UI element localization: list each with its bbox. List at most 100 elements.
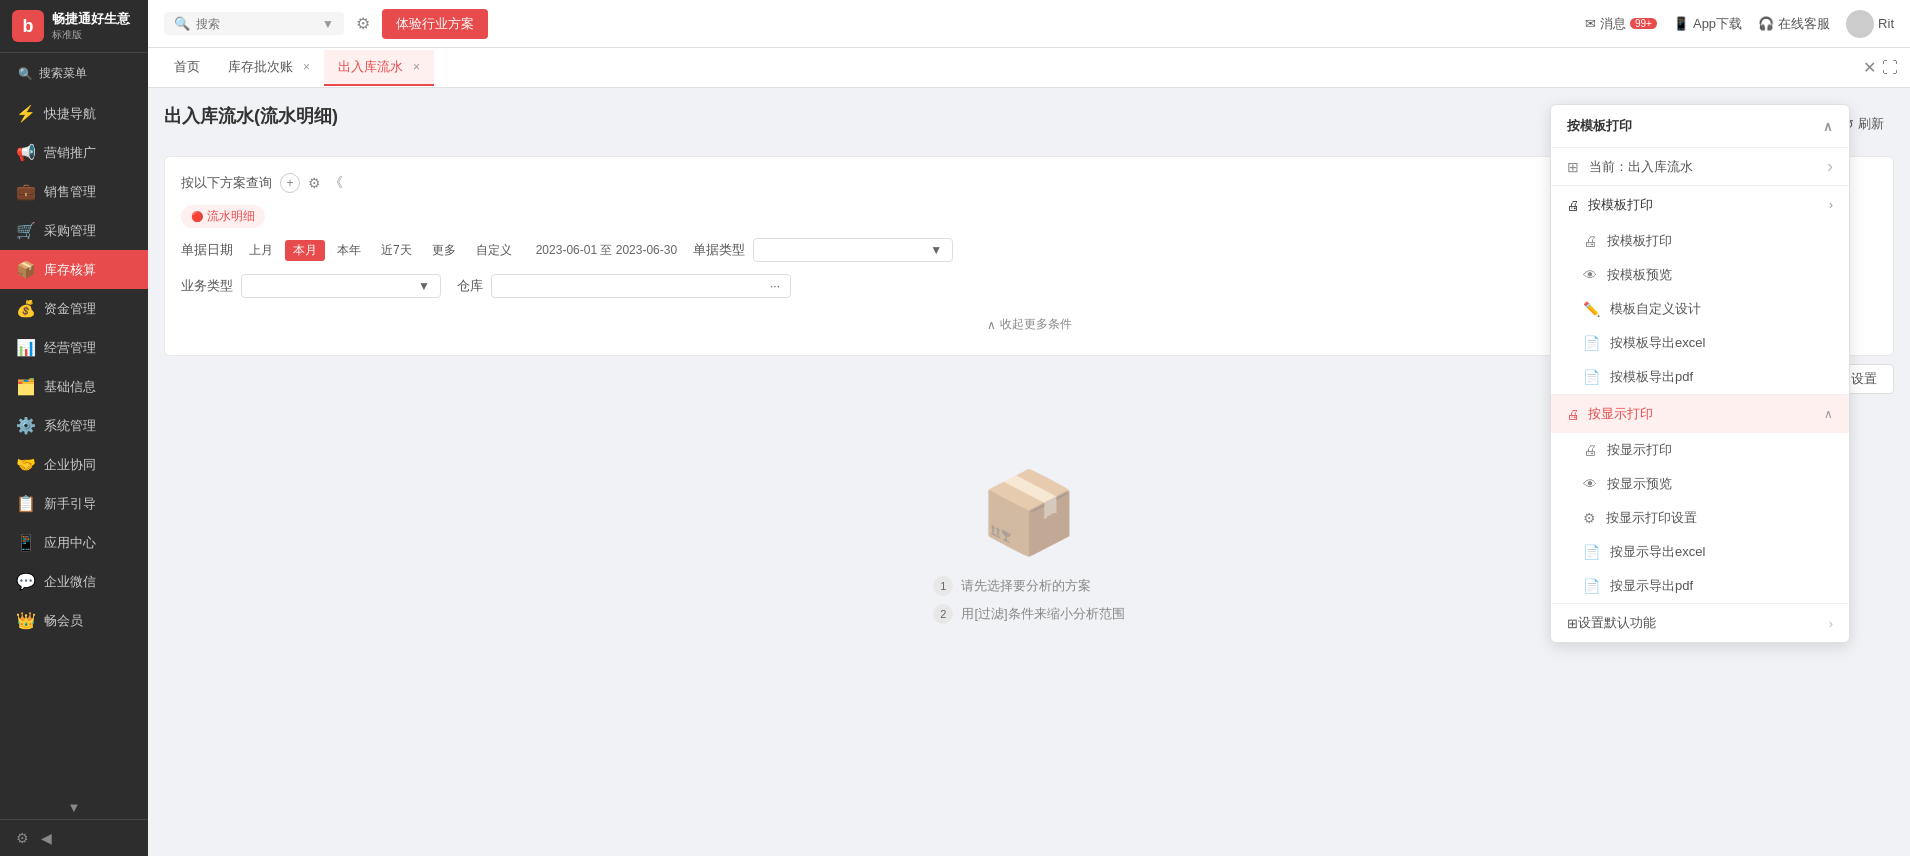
print-dropdown-collapse-icon[interactable]: ∧ xyxy=(1823,119,1833,134)
sidebar-item-collab[interactable]: 🤝 企业协同 xyxy=(0,445,148,484)
topbar-search-input[interactable] xyxy=(196,17,316,31)
logo-text: 畅捷通好生意 标准版 xyxy=(52,11,130,41)
sales-icon: 💼 xyxy=(16,182,36,201)
display-settings-item[interactable]: ⚙ 按显示打印设置 xyxy=(1551,501,1849,535)
display-print-icon: 🖨 xyxy=(1583,442,1597,458)
sidebar-item-quicknav[interactable]: ⚡ 快捷导航 xyxy=(0,94,148,133)
tab-flow[interactable]: 出入库流水 × xyxy=(324,50,434,86)
tab-batch-close[interactable]: × xyxy=(303,60,310,74)
message-button[interactable]: ✉ 消息 99+ xyxy=(1585,15,1657,33)
filter-add-button[interactable]: + xyxy=(280,173,300,193)
filter-tag-flow[interactable]: 🔴 流水明细 xyxy=(181,205,265,228)
display-preview-item[interactable]: 👁 按显示预览 xyxy=(1551,467,1849,501)
print-dropdown-panel: 按模板打印 ∧ ⊞ 当前：出入库流水 › 🖨 按模板打印 › xyxy=(1550,104,1850,643)
operations-icon: 📊 xyxy=(16,338,36,357)
template-preview-icon: 👁 xyxy=(1583,267,1597,283)
window-close-button[interactable]: ✕ xyxy=(1863,58,1876,77)
display-section-header[interactable]: 🖨 按显示打印 ∧ xyxy=(1551,395,1849,433)
finance-icon: 💰 xyxy=(16,299,36,318)
date-tab-this-month[interactable]: 本月 xyxy=(285,240,325,261)
template-custom-icon: ✏️ xyxy=(1583,301,1600,317)
topbar-search-dropdown-icon[interactable]: ▼ xyxy=(322,17,334,31)
avatar-image xyxy=(1846,10,1874,38)
trial-industry-button[interactable]: 体验行业方案 xyxy=(382,9,488,39)
empty-steps-list: 1 请先选择要分析的方案 2 用[过滤]条件来缩小分析范围 xyxy=(933,576,1124,632)
online-service-button[interactable]: 🎧 在线客服 xyxy=(1758,15,1830,33)
user-avatar[interactable]: Rit xyxy=(1846,10,1894,38)
date-tab-custom[interactable]: 自定义 xyxy=(468,240,520,261)
sidebar-item-finance[interactable]: 💰 资金管理 xyxy=(0,289,148,328)
sidebar-item-appcenter[interactable]: 📱 应用中心 xyxy=(0,523,148,562)
date-tab-7days[interactable]: 近7天 xyxy=(373,240,420,261)
print-footer-settings[interactable]: ⊞ 设置默认功能 › xyxy=(1551,604,1849,642)
display-preview-icon: 👁 xyxy=(1583,476,1597,492)
template-section-arrow: › xyxy=(1829,198,1833,212)
sidebar-collapse-button[interactable]: ◀ xyxy=(41,830,52,846)
sidebar-search-area[interactable]: 🔍 搜索菜单 xyxy=(0,53,148,94)
template-print-item[interactable]: 🖨 按模板打印 xyxy=(1551,224,1849,258)
date-tab-last-month[interactable]: 上月 xyxy=(241,240,281,261)
date-tab-this-year[interactable]: 本年 xyxy=(329,240,369,261)
template-pdf-item[interactable]: 📄 按模板导出pdf xyxy=(1551,360,1849,394)
sidebar-item-purchase[interactable]: 🛒 采购管理 xyxy=(0,211,148,250)
current-template-item[interactable]: ⊞ 当前：出入库流水 › xyxy=(1551,148,1849,186)
tab-home[interactable]: 首页 xyxy=(160,50,214,86)
document-type-select[interactable]: ▼ xyxy=(753,238,953,262)
template-print-icon: 🖨 xyxy=(1583,233,1597,249)
filter-settings-button[interactable]: ⚙ xyxy=(308,175,321,191)
appcenter-icon: 📱 xyxy=(16,533,36,552)
business-type-select[interactable]: ▼ xyxy=(241,274,441,298)
date-tab-more[interactable]: 更多 xyxy=(424,240,464,261)
sidebar-item-member[interactable]: 👑 畅会员 xyxy=(0,601,148,640)
footer-arrow-icon: › xyxy=(1829,616,1833,631)
display-excel-item[interactable]: 📄 按显示导出excel xyxy=(1551,535,1849,569)
display-settings-icon: ⚙ xyxy=(1583,510,1596,526)
message-icon: ✉ xyxy=(1585,16,1596,31)
tab-flow-close[interactable]: × xyxy=(413,60,420,74)
display-print-item[interactable]: 🖨 按显示打印 xyxy=(1551,433,1849,467)
current-template-icon: ⊞ xyxy=(1567,159,1579,175)
template-section-header[interactable]: 🖨 按模板打印 › xyxy=(1551,186,1849,224)
template-preview-item[interactable]: 👁 按模板预览 xyxy=(1551,258,1849,292)
sidebar: b 畅捷通好生意 标准版 🔍 搜索菜单 ⚡ 快捷导航 📢 营销推广 💼 销售管理… xyxy=(0,0,148,856)
template-excel-item[interactable]: 📄 按模板导出excel xyxy=(1551,326,1849,360)
member-icon: 👑 xyxy=(16,611,36,630)
page-title: 出入库流水(流水明细) xyxy=(164,104,338,128)
filter-date-field: 单据日期 上月 本月 本年 近7天 更多 自定义 2023-06-01 至 20… xyxy=(181,240,677,261)
topbar-gear-icon[interactable]: ⚙ xyxy=(356,14,370,33)
search-menu-button[interactable]: 🔍 搜索菜单 xyxy=(12,61,136,86)
app-download-button[interactable]: 📱 App下载 xyxy=(1673,15,1742,33)
sidebar-item-inventory[interactable]: 📦 库存核算 xyxy=(0,250,148,289)
date-range-display: 2023-06-01 至 2023-06-30 xyxy=(536,242,677,259)
window-buttons: ✕ ⛶ xyxy=(1863,58,1898,77)
chevron-up-icon: ∧ xyxy=(987,318,996,332)
tab-batch[interactable]: 库存批次账 × xyxy=(214,50,324,86)
template-pdf-icon: 📄 xyxy=(1583,369,1600,385)
current-template-arrow: › xyxy=(1827,156,1833,177)
page-content: 出入库流水(流水明细) 🖨 按模板打印 ∧ ↑ 导出 ↺ 刷新 xyxy=(148,88,1910,856)
sidebar-item-wechat[interactable]: 💬 企业微信 xyxy=(0,562,148,601)
purchase-icon: 🛒 xyxy=(16,221,36,240)
sidebar-item-system[interactable]: ⚙️ 系统管理 xyxy=(0,406,148,445)
warehouse-select[interactable]: ··· xyxy=(491,274,791,298)
sidebar-item-basic[interactable]: 🗂️ 基础信息 xyxy=(0,367,148,406)
display-section-icon: 🖨 xyxy=(1567,407,1580,422)
topbar-search[interactable]: 🔍 ▼ xyxy=(164,12,344,35)
basic-icon: 🗂️ xyxy=(16,377,36,396)
sidebar-item-sales[interactable]: 💼 销售管理 xyxy=(0,172,148,211)
sidebar-item-guide[interactable]: 📋 新手引导 xyxy=(0,484,148,523)
marketing-icon: 📢 xyxy=(16,143,36,162)
filter-collapse-button[interactable]: 《 xyxy=(329,174,343,192)
wechat-icon: 💬 xyxy=(16,572,36,591)
display-pdf-item[interactable]: 📄 按显示导出pdf xyxy=(1551,569,1849,603)
window-maximize-button[interactable]: ⛶ xyxy=(1882,59,1898,77)
filter-tag-icon: 🔴 xyxy=(191,211,203,222)
filter-business-type-field: 业务类型 ▼ xyxy=(181,274,441,298)
sidebar-scroll-down[interactable]: ▼ xyxy=(0,796,148,819)
sidebar-settings-button[interactable]: ⚙ xyxy=(16,830,29,846)
sidebar-item-operations[interactable]: 📊 经营管理 xyxy=(0,328,148,367)
template-custom-item[interactable]: ✏️ 模板自定义设计 xyxy=(1551,292,1849,326)
topbar: 🔍 ▼ ⚙ 体验行业方案 ✉ 消息 99+ 📱 App下载 🎧 在线客服 Ri xyxy=(148,0,1910,48)
empty-state-icon: 📦 xyxy=(979,466,1079,560)
sidebar-item-marketing[interactable]: 📢 营销推广 xyxy=(0,133,148,172)
